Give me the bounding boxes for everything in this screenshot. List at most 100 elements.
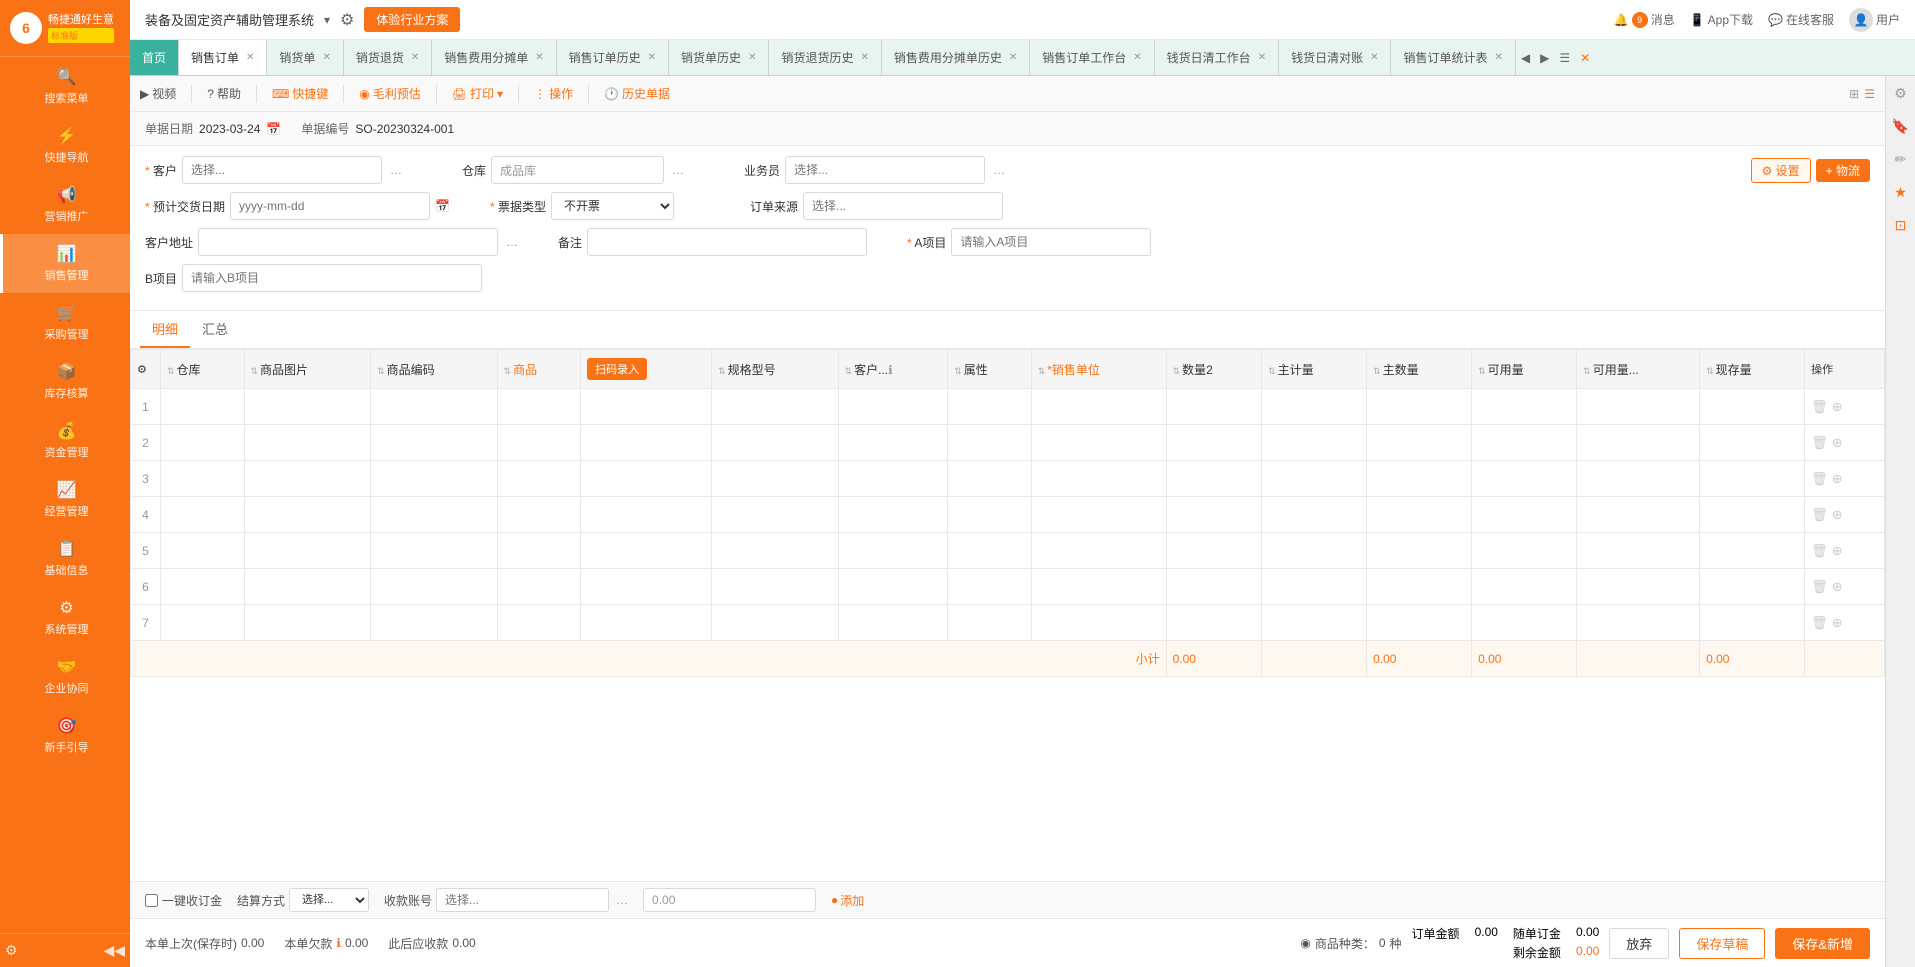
sidebar-item-guide[interactable]: 🎯 新手引导 [0, 706, 130, 765]
row-7-image[interactable] [244, 605, 371, 641]
row-2-unit[interactable] [1031, 425, 1166, 461]
row-2-attributes[interactable] [948, 425, 1032, 461]
tab-cash-reconcile-close[interactable]: ✕ [1370, 52, 1378, 63]
sidebar-collapse-icon[interactable]: ◀◀ [103, 942, 125, 959]
sidebar-item-operations[interactable]: 📈 经营管理 [0, 470, 130, 529]
row-4-qty2[interactable] [1166, 497, 1261, 533]
tab-sales-order-close[interactable]: ✕ [246, 52, 254, 63]
warehouse-more-icon[interactable]: … [672, 163, 684, 177]
row-2-stock[interactable] [1700, 425, 1805, 461]
row-3-available[interactable] [1472, 461, 1577, 497]
row-5-main-unit[interactable] [1262, 533, 1367, 569]
sidebar-item-basic-info[interactable]: 📋 基础信息 [0, 529, 130, 588]
row-6-available[interactable] [1472, 569, 1577, 605]
row-2-copy-icon[interactable]: ⊕ [1832, 435, 1843, 451]
add-payment-btn[interactable]: ● 添加 [831, 892, 864, 909]
row-6-qty2[interactable] [1166, 569, 1261, 605]
row-2-available[interactable] [1472, 425, 1577, 461]
row-5-copy-icon[interactable]: ⊕ [1832, 543, 1843, 559]
right-panel-qr-icon[interactable]: ⊡ [1891, 213, 1911, 238]
row-7-sku-code[interactable] [371, 605, 498, 641]
tab-stats[interactable]: 销售订单统计表 ✕ [1391, 40, 1515, 76]
doc-date-value[interactable]: 2023-03-24 [199, 122, 260, 136]
tab-cash-reconcile[interactable]: 钱货日清对账 ✕ [1279, 40, 1391, 76]
row-5-delete-icon[interactable]: 🗑 [1811, 543, 1828, 559]
row-6-delete-icon[interactable]: 🗑 [1811, 579, 1828, 595]
delivery-date-calendar-icon[interactable]: 📅 [435, 199, 450, 213]
product-count-info-icon[interactable]: ◉ [1300, 936, 1310, 950]
row-7-product[interactable] [497, 605, 581, 641]
row-7-stock[interactable] [1700, 605, 1805, 641]
row-6-main-qty[interactable] [1367, 569, 1472, 605]
order-source-input[interactable] [803, 192, 1003, 220]
tab-sales-return[interactable]: 销货单 ✕ [267, 40, 343, 76]
row-5-available[interactable] [1472, 533, 1577, 569]
tab-nav-left[interactable]: ◀ [1516, 51, 1535, 65]
toolbar-list-icon[interactable]: ☰ [1864, 87, 1875, 101]
row-1-delete-icon[interactable]: 🗑 [1811, 399, 1828, 415]
row-3-customer-code[interactable] [838, 461, 948, 497]
salesperson-more-icon[interactable]: … [993, 163, 1005, 177]
row-7-available2[interactable] [1577, 605, 1700, 641]
tab-return-history-close[interactable]: ✕ [748, 52, 756, 63]
row-7-copy-icon[interactable]: ⊕ [1832, 615, 1843, 631]
row-3-unit[interactable] [1031, 461, 1166, 497]
row-6-copy-icon[interactable]: ⊕ [1832, 579, 1843, 595]
save-draft-btn[interactable]: 保存草稿 [1679, 928, 1765, 959]
sidebar-item-quick-nav[interactable]: ⚡ 快捷导航 [0, 116, 130, 175]
right-panel-settings-icon[interactable]: ⚙ [1890, 81, 1911, 106]
delivery-date-input[interactable] [230, 192, 430, 220]
settings-action-btn[interactable]: ⚙ 设置 [1751, 158, 1811, 183]
row-1-available2[interactable] [1577, 389, 1700, 425]
row-5-main-qty[interactable] [1367, 533, 1472, 569]
row-1-qty2[interactable] [1166, 389, 1261, 425]
row-5-product[interactable] [497, 533, 581, 569]
user-menu[interactable]: 👤 用户 [1849, 8, 1900, 32]
row-3-attributes[interactable] [948, 461, 1032, 497]
row-3-spec[interactable] [712, 461, 839, 497]
right-panel-bookmark-icon[interactable]: 🔖 [1888, 114, 1913, 139]
row-4-main-unit[interactable] [1262, 497, 1367, 533]
toolbar-operation[interactable]: ⋮ 操作 [534, 85, 573, 102]
row-7-main-qty[interactable] [1367, 605, 1472, 641]
row-3-qty2[interactable] [1166, 461, 1261, 497]
tab-expense-history[interactable]: 销售费用分摊单历史 ✕ [882, 40, 1030, 76]
sidebar-item-search[interactable]: 🔍 搜索菜单 [0, 57, 130, 116]
save-new-btn[interactable]: 保存&新增 [1775, 928, 1870, 959]
row-4-available[interactable] [1472, 497, 1577, 533]
warehouse-input[interactable] [491, 156, 664, 184]
tab-expense-split-close[interactable]: ✕ [535, 52, 543, 63]
row-3-available2[interactable] [1577, 461, 1700, 497]
row-1-main-qty[interactable] [1367, 389, 1472, 425]
discard-btn[interactable]: 放弃 [1609, 928, 1669, 959]
toolbar-help[interactable]: ? 帮助 [207, 85, 241, 102]
row-4-sku-code[interactable] [371, 497, 498, 533]
salesperson-input[interactable] [785, 156, 985, 184]
right-panel-star-icon[interactable]: ★ [1890, 180, 1911, 205]
row-4-delete-icon[interactable]: 🗑 [1811, 507, 1828, 523]
system-dropdown[interactable]: ▾ [324, 13, 330, 27]
row-1-attributes[interactable] [948, 389, 1032, 425]
remark-input[interactable] [587, 228, 867, 256]
row-1-spec[interactable] [712, 389, 839, 425]
tab-detail[interactable]: 明细 [140, 311, 190, 348]
row-1-unit[interactable] [1031, 389, 1166, 425]
row-4-unit[interactable] [1031, 497, 1166, 533]
row-4-customer-code[interactable] [838, 497, 948, 533]
row-6-attributes[interactable] [948, 569, 1032, 605]
row-2-delete-icon[interactable]: 🗑 [1811, 435, 1828, 451]
row-1-sku-code[interactable] [371, 389, 498, 425]
row-2-product[interactable] [497, 425, 581, 461]
row-7-available[interactable] [1472, 605, 1577, 641]
toolbar-shortcut[interactable]: ⌨ 快捷键 [272, 85, 328, 102]
row-1-copy-icon[interactable]: ⊕ [1832, 399, 1843, 415]
tab-order-workbench[interactable]: 销售订单工作台 ✕ [1030, 40, 1154, 76]
toolbar-profit[interactable]: ◉ 毛利预估 [359, 85, 421, 102]
tab-stats-close[interactable]: ✕ [1495, 52, 1503, 63]
topbar-settings-icon[interactable]: ⚙ [340, 10, 354, 30]
tab-expense-split[interactable]: 销售费用分摊单 ✕ [432, 40, 556, 76]
tab-refund-history[interactable]: 销货退货历史 ✕ [769, 40, 881, 76]
row-4-attributes[interactable] [948, 497, 1032, 533]
sidebar-item-finance[interactable]: 💰 资金管理 [0, 411, 130, 470]
row-3-product[interactable] [497, 461, 581, 497]
